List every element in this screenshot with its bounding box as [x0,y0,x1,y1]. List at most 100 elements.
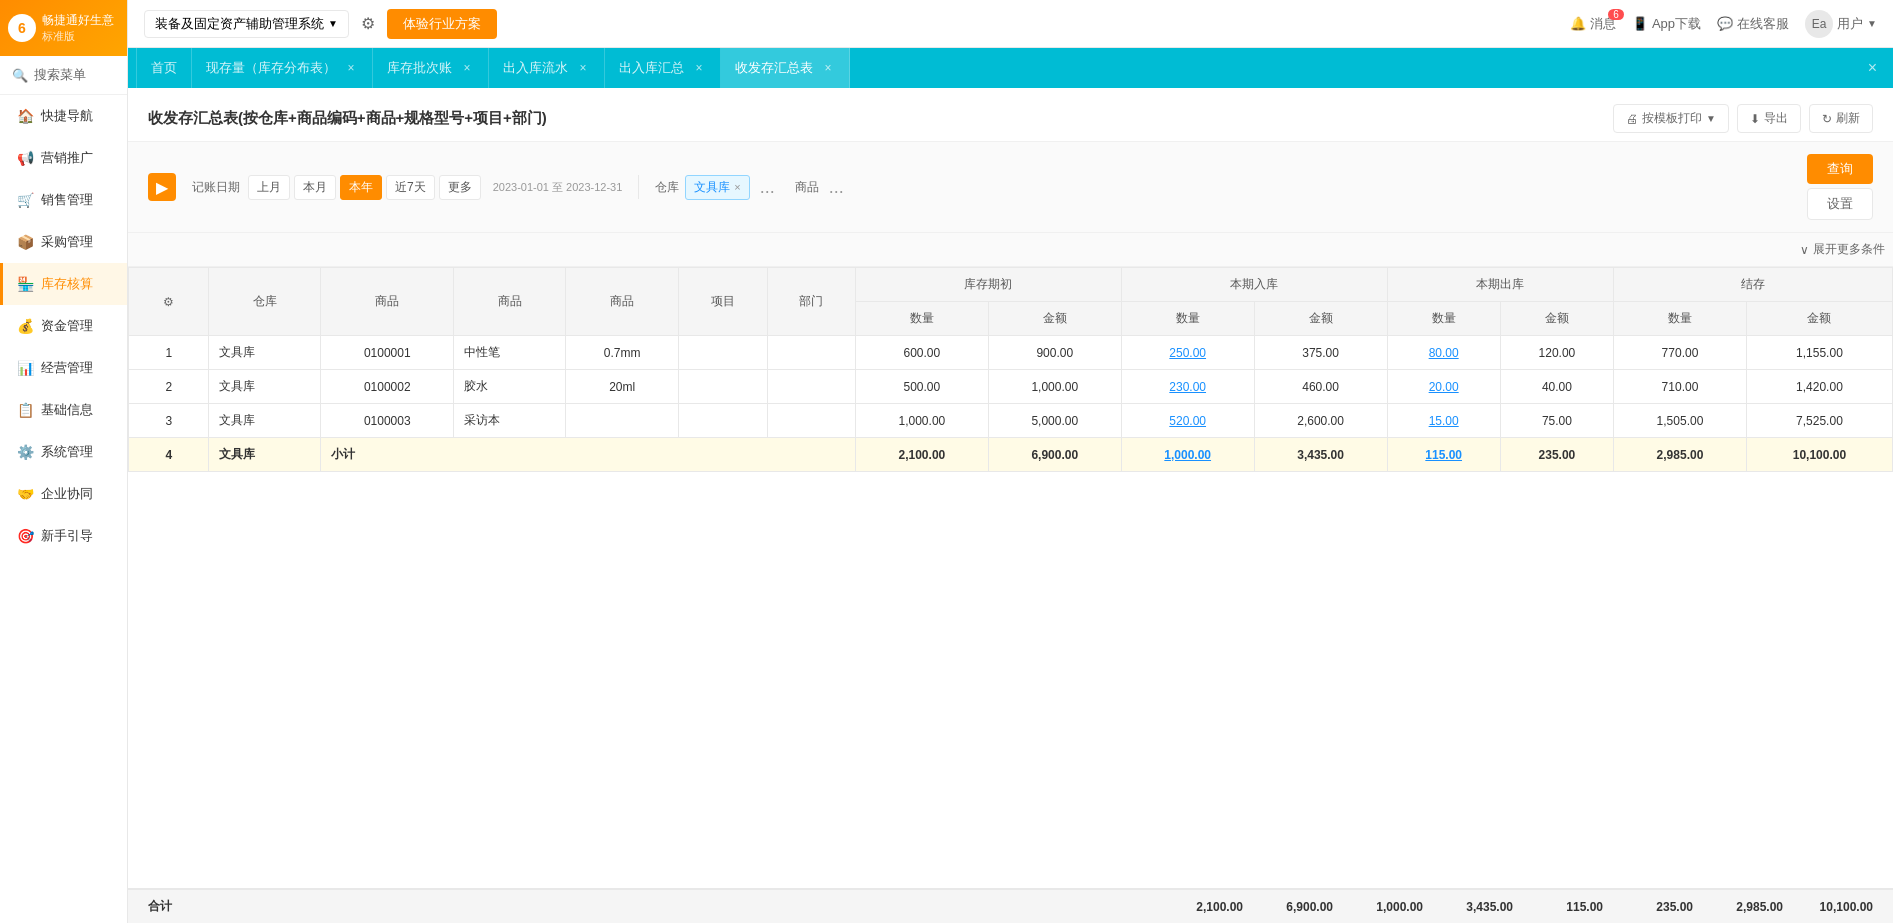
col-opening-qty-header: 数量 [855,302,988,336]
row3-out-qty[interactable]: 15.00 [1387,404,1500,438]
tab-receipt-summary[interactable]: 收发存汇总表 × [721,48,850,88]
export-icon: ⬇ [1750,112,1760,126]
inventory-icon: 🏪 [17,276,33,292]
sidebar-item-marketing[interactable]: 📢 营销推广 [0,137,127,179]
date-filter: 上月 本月 本年 近7天 更多 [248,175,481,200]
sidebar-item-base-info[interactable]: 📋 基础信息 [0,389,127,431]
total-balance-amt: 10,100.00 [1793,900,1883,914]
warehouse-filter-label: 仓库 [655,179,679,196]
tab-close-in-out-summary[interactable]: × [692,61,706,75]
sidebar-item-system[interactable]: ⚙️ 系统管理 [0,431,127,473]
expand-conditions-button[interactable]: ∨ 展开更多条件 [1800,241,1885,258]
download-icon: 📱 [1632,16,1648,31]
filter-bar: ▶ 记账日期 上月 本月 本年 近7天 更多 2023-01-01 至 2023… [128,142,1893,233]
subtotal-in-qty[interactable]: 1,000.00 [1121,438,1254,472]
date-btn-last-month[interactable]: 上月 [248,175,290,200]
row2-project [679,370,767,404]
print-button[interactable]: 🖨 按模板打印 ▼ [1613,104,1729,133]
subtotal-opening-amt: 6,900.00 [988,438,1121,472]
logo-icon: 6 [8,14,36,42]
user-chevron-icon: ▼ [1867,18,1877,29]
warehouse-tag-close[interactable]: × [734,181,740,193]
row2-name: 胶水 [454,370,566,404]
row2-opening-amt: 1,000.00 [988,370,1121,404]
table-wrapper: ⚙ 仓库 商品 商品 商品 项目 部门 库存期初 本期入库 本期出库 结存 [128,267,1893,888]
base-info-icon: 📋 [17,402,33,418]
table-settings-icon[interactable]: ⚙ [159,292,179,312]
trial-button[interactable]: 体验行业方案 [387,9,497,39]
bell-icon: 🔔 [1570,16,1586,31]
subtotal-warehouse: 文具库 [209,438,321,472]
warehouse-more-icon[interactable]: ... [756,177,779,198]
sidebar-item-operations[interactable]: 📊 经营管理 [0,347,127,389]
tab-stock-dist[interactable]: 现存量（库存分布表） × [192,48,373,88]
row2-in-qty[interactable]: 230.00 [1121,370,1254,404]
tab-home[interactable]: 首页 [136,48,192,88]
subtotal-opening-qty: 2,100.00 [855,438,988,472]
enterprise-icon: 🤝 [17,486,33,502]
goods-more-icon[interactable]: ... [825,177,848,198]
app-download-button[interactable]: 📱 App下载 [1632,15,1701,33]
row3-warehouse: 文具库 [209,404,321,438]
query-button[interactable]: 查询 [1807,154,1873,184]
notifications-badge: 6 [1608,9,1624,20]
export-button[interactable]: ⬇ 导出 [1737,104,1801,133]
total-label: 合计 [138,898,338,915]
col-out-qty-header: 数量 [1387,302,1500,336]
date-btn-this-month[interactable]: 本月 [294,175,336,200]
row3-out-amt: 75.00 [1500,404,1613,438]
sidebar-item-guide[interactable]: 🎯 新手引导 [0,515,127,557]
page-header: 收发存汇总表(按仓库+商品编码+商品+规格型号+项目+部门) 🖨 按模板打印 ▼… [128,88,1893,142]
col-code-header: 商品 [321,268,454,336]
date-btn-7days[interactable]: 近7天 [386,175,435,200]
online-service-button[interactable]: 💬 在线客服 [1717,15,1789,33]
col-balance-header: 结存 [1614,268,1893,302]
settings-button[interactable]: 设置 [1807,188,1873,220]
filter-toggle-icon: ▶ [156,178,168,197]
tab-close-receipt-summary[interactable]: × [821,61,835,75]
row1-opening-qty: 600.00 [855,336,988,370]
main-area: 装备及固定资产辅助管理系统 ▼ ⚙ 体验行业方案 🔔 消息 6 📱 App下载 … [128,0,1893,923]
date-btn-more[interactable]: 更多 [439,175,481,200]
row1-out-amt: 120.00 [1500,336,1613,370]
sidebar-item-quick-nav[interactable]: 🏠 快捷导航 [0,95,127,137]
system-selector[interactable]: 装备及固定资产辅助管理系统 ▼ [144,10,349,38]
content-area: 收发存汇总表(按仓库+商品编码+商品+规格型号+项目+部门) 🖨 按模板打印 ▼… [128,88,1893,923]
sidebar-item-sales[interactable]: 🛒 销售管理 [0,179,127,221]
tab-close-stock-dist[interactable]: × [344,61,358,75]
row1-in-qty[interactable]: 250.00 [1121,336,1254,370]
col-name-header: 商品 [454,268,566,336]
tab-close-in-out-flow[interactable]: × [576,61,590,75]
subtotal-out-qty[interactable]: 115.00 [1387,438,1500,472]
sidebar-item-inventory[interactable]: 🏪 库存核算 [0,263,127,305]
total-out-qty: 115.00 [1523,900,1613,914]
total-opening-qty: 2,100.00 [1163,900,1253,914]
row1-warehouse: 文具库 [209,336,321,370]
logo-text: 畅捷通好生意 标准版 [42,13,114,43]
tab-close-batch-ledger[interactable]: × [460,61,474,75]
col-balance-amt-header: 金额 [1746,302,1892,336]
page-title: 收发存汇总表(按仓库+商品编码+商品+规格型号+项目+部门) [148,109,547,128]
tab-close-all[interactable]: × [1860,59,1885,77]
sidebar-search-item[interactable]: 🔍 搜索菜单 [0,56,127,95]
sidebar-item-purchase[interactable]: 📦 采购管理 [0,221,127,263]
sidebar-item-enterprise[interactable]: 🤝 企业协同 [0,473,127,515]
filter-toggle-button[interactable]: ▶ [148,173,176,201]
date-btn-this-year[interactable]: 本年 [340,175,382,200]
tab-in-out-flow[interactable]: 出入库流水 × [489,48,605,88]
refresh-button[interactable]: ↻ 刷新 [1809,104,1873,133]
settings-gear-icon[interactable]: ⚙ [361,14,375,33]
user-menu[interactable]: Ea 用户 ▼ [1805,10,1877,38]
tab-batch-ledger[interactable]: 库存批次账 × [373,48,489,88]
notifications-button[interactable]: 🔔 消息 6 [1570,15,1616,33]
sidebar-item-finance[interactable]: 💰 资金管理 [0,305,127,347]
tab-in-out-summary[interactable]: 出入库汇总 × [605,48,721,88]
row2-out-qty[interactable]: 20.00 [1387,370,1500,404]
row3-spec [566,404,679,438]
row1-out-qty[interactable]: 80.00 [1387,336,1500,370]
col-settings-header: ⚙ [129,268,209,336]
total-balance-qty: 2,985.00 [1703,900,1793,914]
row1-dept [767,336,855,370]
row3-in-qty[interactable]: 520.00 [1121,404,1254,438]
purchase-icon: 📦 [17,234,33,250]
